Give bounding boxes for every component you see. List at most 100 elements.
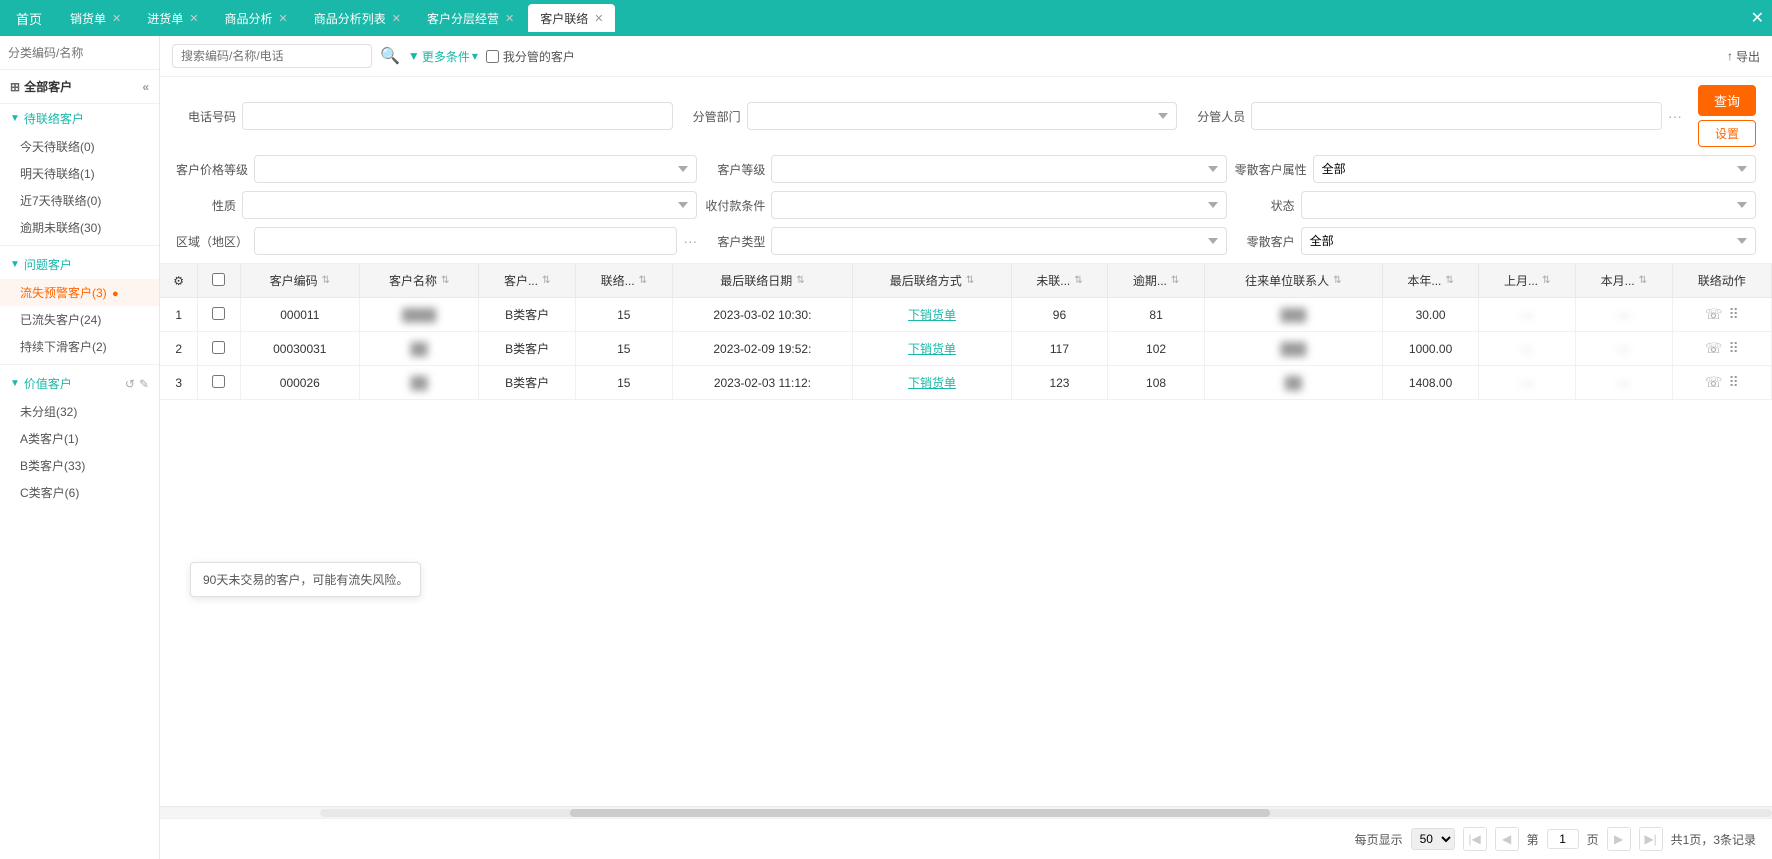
th-contact-person[interactable]: 往来单位联系人 ⇅ xyxy=(1204,264,1382,298)
tab-home[interactable]: 首页 xyxy=(8,9,50,28)
cell-date-1: 2023-02-09 19:52: xyxy=(672,332,853,366)
filter-search-input[interactable] xyxy=(172,44,372,68)
more-action-icon-2[interactable]: ⠿ xyxy=(1728,374,1738,391)
th-name[interactable]: 客户名称 ⇅ xyxy=(359,264,478,298)
close-window-icon[interactable]: ✕ xyxy=(1751,8,1764,28)
contact-action-icon-0[interactable]: ☏ xyxy=(1705,306,1723,323)
zero-customer-select[interactable]: 全部 xyxy=(1301,227,1756,255)
region-input[interactable] xyxy=(254,227,677,255)
phone-input[interactable] xyxy=(242,102,673,130)
customer-type-select[interactable] xyxy=(771,227,1226,255)
contact-action-icon-1[interactable]: ☏ xyxy=(1705,340,1723,357)
sidebar-item-class-c[interactable]: C类客户(6) xyxy=(0,479,159,506)
scrollbar-thumb[interactable] xyxy=(570,809,1270,817)
edit-icon[interactable]: ✎ xyxy=(139,377,149,391)
filter-more-button[interactable]: ▼ 更多条件 ▾ xyxy=(408,48,478,65)
price-level-label: 客户价格等级 xyxy=(176,161,248,178)
filter-search-button[interactable]: 🔍 xyxy=(380,46,400,66)
sidebar-group-problem[interactable]: ▼ 问题客户 xyxy=(0,250,159,279)
sidebar-all-customers[interactable]: ⊞ 全部客户 « xyxy=(0,70,159,104)
th-last-month[interactable]: 上月... ⇅ xyxy=(1479,264,1576,298)
tab-close-contact[interactable]: ✕ xyxy=(594,12,603,25)
th-overdue[interactable]: 逾期... ⇅ xyxy=(1108,264,1205,298)
sidebar-item-churned[interactable]: 已流失客户(24) xyxy=(0,306,159,333)
th-this-year[interactable]: 本年... ⇅ xyxy=(1382,264,1479,298)
divider-1 xyxy=(0,245,159,246)
tab-product-analysis[interactable]: 商品分析 ✕ xyxy=(212,4,299,32)
manager-input[interactable] xyxy=(1251,102,1662,130)
payment-select[interactable] xyxy=(771,191,1226,219)
tab-close-sales[interactable]: ✕ xyxy=(112,12,121,25)
sidebar-item-7days[interactable]: 近7天待联络(0) xyxy=(0,187,159,214)
tab-close-purchase[interactable]: ✕ xyxy=(189,12,198,25)
th-last-contact-date[interactable]: 最后联络日期 ⇅ xyxy=(672,264,853,298)
my-customers-checkbox[interactable] xyxy=(486,50,499,63)
tab-customer-segment[interactable]: 客户分层经营 ✕ xyxy=(415,4,526,32)
collapse-icon[interactable]: « xyxy=(142,80,149,94)
price-level-select[interactable] xyxy=(254,155,697,183)
next-page-button[interactable]: ▶ xyxy=(1607,827,1631,851)
settings-button[interactable]: 设置 xyxy=(1698,120,1756,147)
page-number-input[interactable] xyxy=(1547,829,1579,849)
th-last-contact-method[interactable]: 最后联络方式 ⇅ xyxy=(853,264,1011,298)
region-more-icon[interactable]: ··· xyxy=(683,233,697,249)
sidebar-item-declining[interactable]: 持续下滑客户(2) xyxy=(0,333,159,360)
zero-attr-label: 零散客户属性 xyxy=(1235,161,1307,178)
select-all-checkbox[interactable] xyxy=(212,273,225,286)
prev-page-button[interactable]: ◀ xyxy=(1495,827,1519,851)
row-checkbox-1[interactable] xyxy=(212,341,225,354)
sidebar-item-class-b[interactable]: B类客户(33) xyxy=(0,452,159,479)
last-page-button[interactable]: ▶| xyxy=(1639,827,1663,851)
manager-more-icon[interactable]: ··· xyxy=(1668,108,1682,124)
sidebar-item-unclassified[interactable]: 未分组(32) xyxy=(0,398,159,425)
th-contact-count[interactable]: 联络... ⇅ xyxy=(575,264,672,298)
tab-purchase-order[interactable]: 进货单 ✕ xyxy=(135,4,210,32)
sidebar-item-tomorrow[interactable]: 明天待联络(1) xyxy=(0,160,159,187)
th-this-month[interactable]: 本月... ⇅ xyxy=(1576,264,1673,298)
sidebar-search-input[interactable] xyxy=(8,46,160,60)
more-action-icon-0[interactable]: ⠿ xyxy=(1728,306,1738,323)
tab-close-segment[interactable]: ✕ xyxy=(505,12,514,25)
tab-sales-order[interactable]: 销货单 ✕ xyxy=(58,4,133,32)
table-row: 1 000011 ████ B类客户 15 2023-03-02 10:30: … xyxy=(160,298,1772,332)
cell-method-1[interactable]: 下销货单 xyxy=(853,332,1011,366)
sidebar-item-today[interactable]: 今天待联络(0) xyxy=(0,133,159,160)
contact-action-icon-2[interactable]: ☏ xyxy=(1705,374,1723,391)
row-checkbox-0[interactable] xyxy=(212,307,225,320)
tab-customer-contact[interactable]: 客户联络 ✕ xyxy=(528,4,615,32)
cell-method-2[interactable]: 下销货单 xyxy=(853,366,1011,400)
sidebar-group-value[interactable]: ▼ 价值客户 ↺ ✎ xyxy=(0,369,159,398)
filter-row-3: 性质 收付款条件 状态 xyxy=(176,191,1756,219)
cell-seq-0: 1 xyxy=(160,298,198,332)
sidebar-item-overdue[interactable]: 逾期未联络(30) xyxy=(0,214,159,241)
first-page-button[interactable]: |◀ xyxy=(1463,827,1487,851)
per-page-select[interactable]: 50 xyxy=(1411,828,1455,850)
table-row: 2 00030031 ██ B类客户 15 2023-02-09 19:52: … xyxy=(160,332,1772,366)
th-uncontacted[interactable]: 未联... ⇅ xyxy=(1011,264,1108,298)
query-button[interactable]: 查询 xyxy=(1698,85,1756,116)
export-button[interactable]: ↑ 导出 xyxy=(1727,48,1760,65)
zero-customer-label: 零散客户 xyxy=(1235,233,1295,250)
cell-thismonth-0: --- xyxy=(1576,298,1673,332)
customer-level-select[interactable] xyxy=(771,155,1226,183)
sidebar-item-churn-warning[interactable]: 流失预警客户(3) ● xyxy=(0,279,159,306)
th-customer-type[interactable]: 客户... ⇅ xyxy=(479,264,576,298)
th-settings[interactable]: ⚙ xyxy=(160,264,198,298)
tab-close-product-list[interactable]: ✕ xyxy=(392,12,401,25)
tab-product-analysis-list[interactable]: 商品分析列表 ✕ xyxy=(302,4,413,32)
horizontal-scrollbar[interactable] xyxy=(160,806,1772,818)
row-checkbox-2[interactable] xyxy=(212,375,225,388)
tab-close-product-analysis[interactable]: ✕ xyxy=(279,12,288,25)
refresh-icon[interactable]: ↺ xyxy=(125,377,135,391)
filter-field-region: 区域（地区） ··· xyxy=(176,227,697,255)
sidebar-group-pending[interactable]: ▼ 待联络客户 xyxy=(0,104,159,133)
cell-method-0[interactable]: 下销货单 xyxy=(853,298,1011,332)
sort-icon-contact: ⇅ xyxy=(639,275,647,286)
status-select[interactable] xyxy=(1301,191,1756,219)
dept-select[interactable] xyxy=(747,102,1178,130)
gender-select[interactable] xyxy=(242,191,697,219)
th-code[interactable]: 客户编码 ⇅ xyxy=(240,264,359,298)
zero-attr-select[interactable]: 全部 xyxy=(1313,155,1756,183)
more-action-icon-1[interactable]: ⠿ xyxy=(1728,340,1738,357)
sidebar-item-class-a[interactable]: A类客户(1) xyxy=(0,425,159,452)
